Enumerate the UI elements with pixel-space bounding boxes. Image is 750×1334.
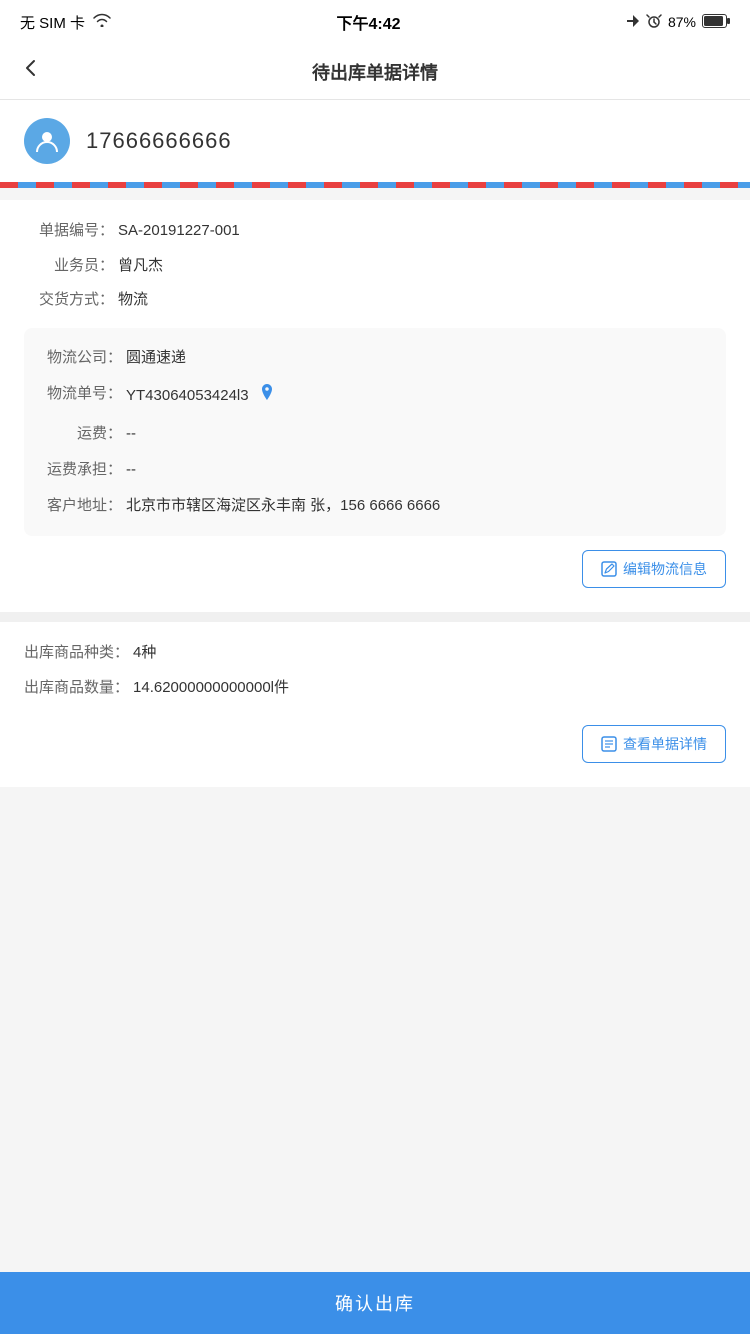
user-section: 17666666666 (0, 100, 750, 182)
logistics-company-label: 物流公司： (42, 346, 122, 370)
logistics-tracking-value: YT43064053424l3 (122, 382, 708, 411)
carrier-text: 无 SIM 卡 (20, 12, 85, 33)
salesperson-label: 业务员： (24, 255, 114, 278)
delivery-label: 交货方式： (24, 289, 114, 312)
confirm-button-text: 确认出库 (335, 1294, 415, 1314)
salesperson-row: 业务员： 曾凡杰 (24, 255, 726, 278)
user-phone: 17666666666 (86, 128, 232, 154)
section-divider-1 (0, 612, 750, 622)
status-right: 87% (626, 13, 730, 32)
avatar (24, 118, 70, 164)
status-bar: 无 SIM 卡 下午4:42 (0, 0, 750, 44)
product-types-value: 4种 (129, 642, 726, 665)
view-details-button[interactable]: 查看单据详情 (582, 725, 726, 763)
battery-icon (702, 14, 730, 31)
page-title: 待出库单据详情 (312, 59, 438, 85)
product-quantity-row: 出库商品数量： 14.62000000000000l件 (24, 677, 726, 700)
product-types-row: 出库商品种类： 4种 (24, 642, 726, 665)
empty-space (0, 787, 750, 987)
address-value: 北京市市辖区海淀区永丰南 张，156 6666 6666 (122, 494, 708, 518)
product-quantity-label: 出库商品数量： (24, 677, 129, 700)
address-label: 客户地址： (42, 494, 122, 518)
logistics-tracking-row: 物流单号： YT43064053424l3 (42, 382, 708, 411)
product-quantity-value: 14.62000000000000l件 (129, 677, 726, 700)
logistics-card: 物流公司： 圆通速递 物流单号： YT43064053424l3 运费： -- (24, 328, 726, 537)
edit-logistics-container: 编辑物流信息 (24, 536, 726, 592)
dashed-divider (0, 182, 750, 188)
logistics-company-row: 物流公司： 圆通速递 (42, 346, 708, 370)
back-button[interactable] (20, 57, 42, 86)
address-row: 客户地址： 北京市市辖区海淀区永丰南 张，156 6666 6666 (42, 494, 708, 518)
confirm-button[interactable]: 确认出库 (0, 1272, 750, 1334)
logistics-tracking-label: 物流单号： (42, 382, 122, 406)
status-left: 无 SIM 卡 (20, 12, 111, 33)
battery-text: 87% (668, 14, 696, 30)
status-time: 下午4:42 (336, 10, 400, 34)
freight-bearer-row: 运费承担： -- (42, 458, 708, 482)
location-icon[interactable] (257, 382, 277, 411)
view-details-container: 查看单据详情 (24, 711, 726, 767)
document-info-section: 单据编号： SA-20191227-001 业务员： 曾凡杰 交货方式： 物流 … (0, 200, 750, 612)
freight-row: 运费： -- (42, 422, 708, 446)
product-types-label: 出库商品种类： (24, 642, 129, 665)
salesperson-value: 曾凡杰 (114, 255, 726, 278)
logistics-company-value: 圆通速递 (122, 346, 708, 370)
freight-label: 运费： (42, 422, 122, 446)
doc-number-row: 单据编号： SA-20191227-001 (24, 220, 726, 243)
delivery-row: 交货方式： 物流 (24, 289, 726, 312)
freight-value: -- (122, 422, 708, 446)
doc-number-value: SA-20191227-001 (114, 220, 726, 243)
delivery-value: 物流 (114, 289, 726, 312)
freight-bearer-value: -- (122, 458, 708, 482)
nav-bar: 待出库单据详情 (0, 44, 750, 100)
doc-number-label: 单据编号： (24, 220, 114, 243)
edit-logistics-button[interactable]: 编辑物流信息 (582, 550, 726, 588)
wifi-icon (93, 13, 111, 31)
alarm-icon (646, 13, 662, 32)
product-section: 出库商品种类： 4种 出库商品数量： 14.62000000000000l件 查… (0, 622, 750, 787)
location-arrow-icon (626, 14, 640, 31)
freight-bearer-label: 运费承担： (42, 458, 122, 482)
